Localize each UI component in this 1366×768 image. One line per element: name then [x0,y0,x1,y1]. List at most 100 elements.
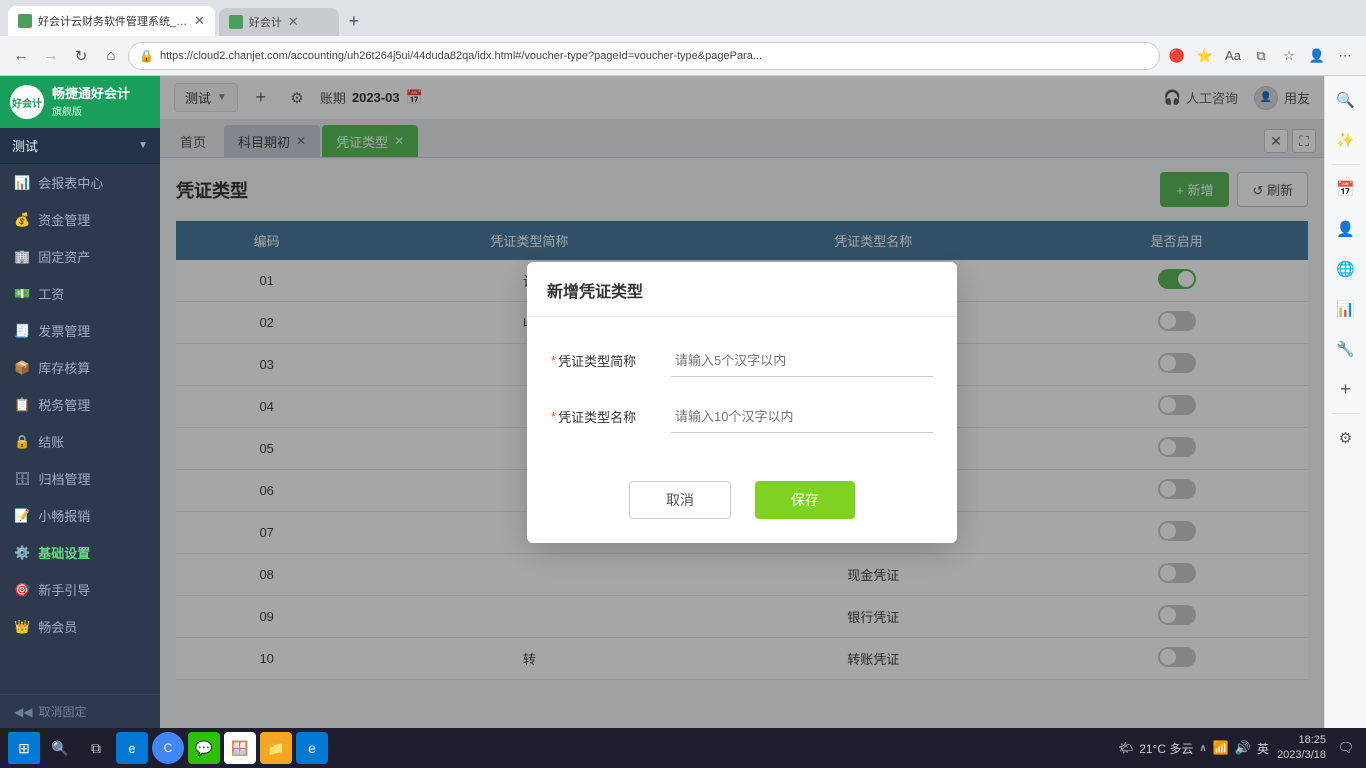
bookmark-icon[interactable]: ⭐ [1192,43,1218,69]
right-tools-icon[interactable]: 🔧 [1330,333,1362,365]
workspace-selector[interactable]: 测试 ▼ [0,128,160,164]
taskbar-app-wechat[interactable]: 💬 [188,732,220,764]
sidebar-item-report[interactable]: 📝 小畅报销 [0,497,160,534]
sidebar-label-salary: 工资 [38,284,64,303]
dialog-body: * 凭证类型简称 * 凭证类型名称 [527,317,957,469]
sidebar-item-invoice[interactable]: 🧾 发票管理 [0,312,160,349]
logo-main-text: 畅捷通好会计 [52,86,130,103]
taskbar-sound-icon[interactable]: 🔊 [1235,740,1251,756]
form-row-full-name: * 凭证类型名称 [551,401,933,433]
right-panel: 🔍 ✨ 📅 👤 🌐 📊 🔧 + ⚙ [1324,76,1366,728]
sidebar-label-member: 畅会员 [38,617,77,636]
taskbar-weather: 🌤 [1118,741,1133,755]
sidebar-logo: 好会计 畅捷通好会计 旗舰版 [0,76,160,128]
browser-tab-active[interactable]: 好会计云财务软件管理系统_会计 ✕ [8,6,215,36]
taskbar-app-chrome[interactable]: C [152,732,184,764]
save-button[interactable]: 保存 [755,481,855,519]
taskbar-app-files[interactable]: 📁 [260,732,292,764]
sidebar-label-report: 小畅报销 [38,506,90,525]
sidebar-label-tax: 税务管理 [38,395,90,414]
workspace-dropdown-icon: ▼ [138,140,148,151]
taskbar-app-browser2[interactable]: e [296,732,328,764]
nav-forward[interactable]: → [38,43,64,69]
voucher-full-name-input[interactable] [671,401,933,433]
taskbar-app-store[interactable]: 🪟 [224,732,256,764]
sidebar-item-fixed-assets[interactable]: 🏢 固定资产 [0,238,160,275]
right-user-icon[interactable]: 👤 [1330,213,1362,245]
nav-home[interactable]: ⌂ [98,43,124,69]
pin-icon: ◀◀ [14,705,32,719]
sidebar-label-settings: 基础设置 [38,543,90,562]
sidebar-item-finance[interactable]: 💰 资金管理 [0,201,160,238]
sidebar-label-finance: 资金管理 [38,210,90,229]
sidebar-footer[interactable]: ◀◀ 取消固定 [0,694,160,728]
required-mark-2: * [551,409,556,424]
salary-icon: 💵 [14,286,30,302]
translate-icon[interactable]: Aa [1220,43,1246,69]
right-settings-icon[interactable]: ⚙ [1330,422,1362,454]
fixed-assets-icon: 🏢 [14,249,30,265]
taskbar-clock: 18:25 2023/3/18 [1277,733,1326,764]
taskbar-date: 2023/3/18 [1277,748,1326,763]
profile-icon[interactable]: 👤 [1304,43,1330,69]
logo-text-block: 畅捷通好会计 旗舰版 [52,86,130,118]
right-add-icon[interactable]: + [1330,373,1362,405]
taskbar-start[interactable]: ⊞ [8,732,40,764]
taskbar-lang: 英 [1257,740,1269,757]
browser-toolbar: ← → ↻ ⌂ 🔒 https://cloud2.chanjet.com/acc… [0,36,1366,76]
workspace-name: 测试 [12,136,38,155]
form-row-short-name: * 凭证类型简称 [551,345,933,377]
sidebar-item-tax[interactable]: 📋 税务管理 [0,386,160,423]
new-tab-button[interactable]: + [339,6,369,36]
form-label-full: * 凭证类型名称 [551,407,671,426]
tab-title-1: 好会计云财务软件管理系统_会计 [38,13,188,29]
browser-tab-inactive[interactable]: 好会计 ✕ [219,8,339,36]
settings-icon: ⚙️ [14,545,30,561]
sidebar-item-inventory[interactable]: 📦 库存核算 [0,349,160,386]
tab-favicon-1 [18,14,32,28]
browser-toolbar-icons: 🔴 ⭐ Aa ⧉ ☆ 👤 ⋯ [1164,43,1358,69]
sidebar-item-guide[interactable]: 🎯 新手引导 [0,571,160,608]
taskbar-search[interactable]: 🔍 [44,732,76,764]
taskbar-weather-text: 21°C 多云 [1139,740,1193,757]
right-ai-icon[interactable]: ✨ [1330,124,1362,156]
tab-close-2[interactable]: ✕ [288,14,299,30]
extensions-icon[interactable]: 🔴 [1164,43,1190,69]
sidebar-label-guide: 新手引导 [38,580,90,599]
browser-tab-bar: 好会计云财务软件管理系统_会计 ✕ 好会计 ✕ + [0,0,1366,36]
nav-refresh[interactable]: ↻ [68,43,94,69]
right-chart-icon[interactable]: 📊 [1330,293,1362,325]
taskbar: ⊞ 🔍 ⧉ e C 💬 🪟 📁 e 🌤 21°C 多云 ∧ 📶 🔊 英 18:2… [0,728,1366,768]
taskbar-task-view[interactable]: ⧉ [80,732,112,764]
taskbar-up-icon[interactable]: ∧ [1199,743,1206,754]
form-label-short: * 凭证类型简称 [551,351,671,370]
taskbar-app-edge[interactable]: e [116,732,148,764]
taskbar-network-icon[interactable]: 📶 [1213,740,1229,756]
favorites-icon[interactable]: ☆ [1276,43,1302,69]
more-icon[interactable]: ⋯ [1332,43,1358,69]
tab-favicon-2 [229,15,243,29]
right-search-icon[interactable]: 🔍 [1330,84,1362,116]
sidebar-item-settings[interactable]: ⚙️ 基础设置 [0,534,160,571]
tabs-icon[interactable]: ⧉ [1248,43,1274,69]
cancel-button[interactable]: 取消 [629,481,731,519]
sidebar-label-closing: 结账 [38,432,64,451]
right-calendar-icon[interactable]: 📅 [1330,173,1362,205]
nav-back[interactable]: ← [8,43,34,69]
sidebar-item-closing[interactable]: 🔒 结账 [0,423,160,460]
taskbar-notification[interactable]: 🗨 [1334,736,1358,760]
voucher-short-name-input[interactable] [671,345,933,377]
tab-close-1[interactable]: ✕ [194,13,205,29]
dialog-header: 新增凭证类型 [527,262,957,317]
dialog-footer: 取消 保存 [527,469,957,543]
right-globe-icon[interactable]: 🌐 [1330,253,1362,285]
sidebar-item-reports[interactable]: 📊 会报表中心 [0,164,160,201]
address-text: https://cloud2.chanjet.com/accounting/uh… [160,50,762,62]
sidebar-item-member[interactable]: 👑 畅会员 [0,608,160,645]
guide-icon: 🎯 [14,582,30,598]
taskbar-time: 18:25 [1277,733,1326,748]
sidebar-item-salary[interactable]: 💵 工资 [0,275,160,312]
address-bar[interactable]: 🔒 https://cloud2.chanjet.com/accounting/… [128,42,1160,70]
closing-icon: 🔒 [14,434,30,450]
sidebar-item-archive[interactable]: 🗄 归档管理 [0,460,160,497]
